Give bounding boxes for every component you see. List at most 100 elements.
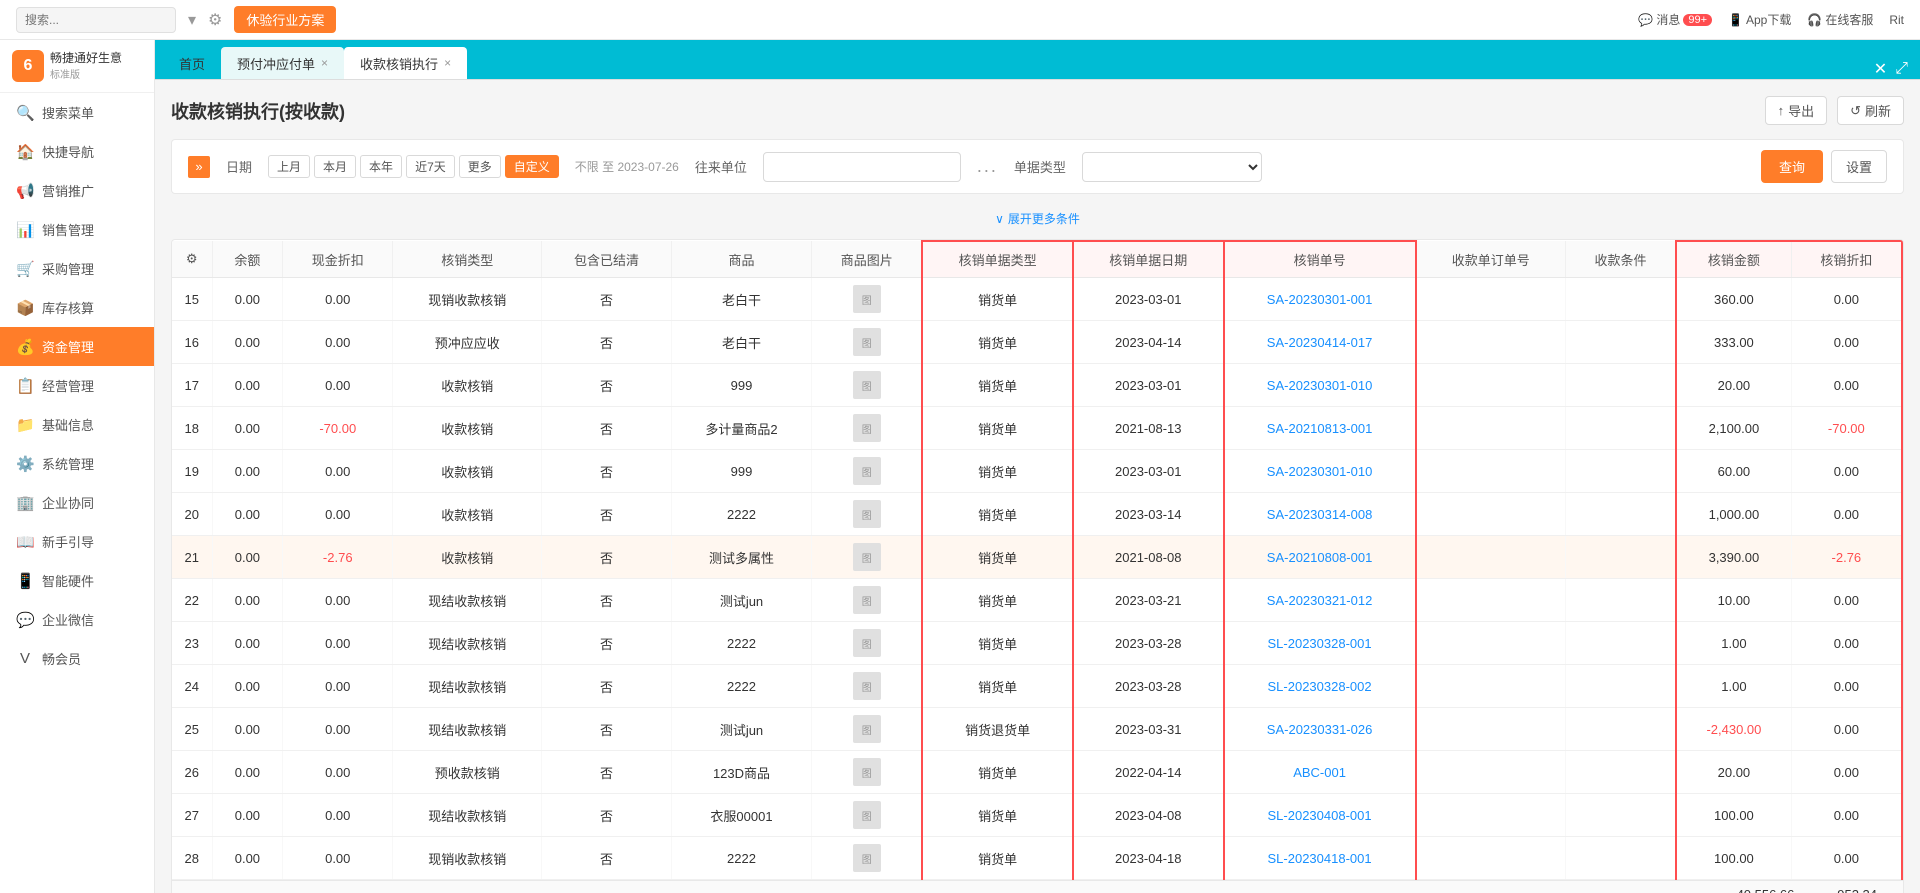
cell-verify-type: 现销收款核销: [393, 278, 542, 321]
sidebar-item-sales[interactable]: 📊 销售管理: [0, 210, 154, 249]
cell-verify-date: 2023-03-14: [1073, 493, 1224, 536]
cell-include-settled: 否: [542, 493, 672, 536]
sidebar-item-basic[interactable]: 📁 基础信息: [0, 405, 154, 444]
cell-verify-number: SA-20230301-001: [1224, 278, 1416, 321]
verify-number-link[interactable]: SA-20230301-010: [1267, 378, 1373, 393]
search-input[interactable]: [16, 7, 176, 33]
table-row: 16 0.00 0.00 预冲应应收 否 老白干 图 销货单 2023-04-1…: [172, 321, 1902, 364]
sidebar-label-wechat: 企业微信: [42, 610, 94, 629]
tab-prepay-close[interactable]: ×: [321, 56, 328, 70]
sidebar-item-purchase[interactable]: 🛒 采购管理: [0, 249, 154, 288]
purchase-icon: 🛒: [16, 260, 34, 278]
last-7days-btn[interactable]: 近7天: [406, 155, 455, 178]
cell-cash-discount: 0.00: [283, 364, 393, 407]
verify-number-link[interactable]: SA-20230321-012: [1267, 593, 1373, 608]
sidebar-item-enterprise[interactable]: 🏢 企业协同: [0, 483, 154, 522]
settings-icon[interactable]: ⚙: [208, 10, 222, 30]
tab-collection-close[interactable]: ×: [444, 56, 451, 70]
cell-verify-voucher-type: 销货单: [922, 622, 1073, 665]
custom-date-btn[interactable]: 自定义: [505, 155, 559, 178]
search-menu-icon: 🔍: [16, 104, 34, 122]
cell-verify-voucher-type: 销货单: [922, 794, 1073, 837]
cell-verify-date: 2023-03-28: [1073, 665, 1224, 708]
sidebar-item-operations[interactable]: 📋 经营管理: [0, 366, 154, 405]
verify-number-link[interactable]: SA-20210808-001: [1267, 550, 1373, 565]
expand-conditions-btn[interactable]: ∨ 展开更多条件: [985, 206, 1090, 231]
sidebar-item-finance[interactable]: 💰 资金管理: [0, 327, 154, 366]
setting-button[interactable]: 设置: [1831, 150, 1887, 183]
cell-goods: 测试jun: [671, 579, 811, 622]
partner-dots[interactable]: ...: [977, 156, 998, 177]
cell-collection-order: [1416, 837, 1566, 880]
sidebar-item-wechat[interactable]: 💬 企业微信: [0, 600, 154, 639]
cell-verify-date: 2022-04-14: [1073, 751, 1224, 794]
cell-collection-condition: [1565, 794, 1676, 837]
query-button[interactable]: 查询: [1761, 150, 1823, 183]
messages-area[interactable]: 💬 消息 99+: [1638, 11, 1712, 28]
close-window-icon[interactable]: ✕: [1874, 59, 1887, 79]
goods-image: 图: [853, 801, 881, 829]
th-config[interactable]: ⚙: [172, 241, 212, 278]
verify-number-link[interactable]: SL-20230418-001: [1268, 851, 1372, 866]
cell-verify-type: 收款核销: [393, 536, 542, 579]
cell-goods: 2222: [671, 493, 811, 536]
cell-verify-voucher-type: 销货单: [922, 751, 1073, 794]
verify-number-link[interactable]: SA-20230314-008: [1267, 507, 1373, 522]
cell-goods: 老白干: [671, 321, 811, 364]
sidebar-item-search[interactable]: 🔍 搜索菜单: [0, 93, 154, 132]
cell-verify-discount: 0.00: [1791, 665, 1902, 708]
tab-home[interactable]: 首页: [163, 47, 221, 79]
verify-number-link[interactable]: SL-20230328-002: [1268, 679, 1372, 694]
cell-verify-discount: 0.00: [1791, 493, 1902, 536]
sidebar-label-inventory: 库存核算: [42, 298, 94, 317]
partner-input[interactable]: [763, 152, 961, 182]
cell-verify-voucher-type: 销货单: [922, 665, 1073, 708]
online-service[interactable]: 🎧 在线客服: [1807, 11, 1873, 28]
sidebar-item-hardware[interactable]: 📱 智能硬件: [0, 561, 154, 600]
dropdown-icon[interactable]: ▾: [188, 10, 196, 30]
more-btn[interactable]: 更多: [459, 155, 501, 178]
service-icon: 🎧: [1807, 13, 1822, 27]
cell-verify-voucher-type: 销货单: [922, 407, 1073, 450]
user-label[interactable]: Rit: [1889, 13, 1904, 27]
cell-verify-type: 收款核销: [393, 364, 542, 407]
verify-number-link[interactable]: SA-20230331-026: [1267, 722, 1373, 737]
inventory-icon: 📦: [16, 299, 34, 317]
goods-image: 图: [853, 328, 881, 356]
verify-number-link[interactable]: SL-20230408-001: [1268, 808, 1372, 823]
verify-number-link[interactable]: SA-20210813-001: [1267, 421, 1373, 436]
cell-goods-img: 图: [812, 751, 923, 794]
verify-number-link[interactable]: SA-20230414-017: [1267, 335, 1373, 350]
export-button[interactable]: ↑ 导出: [1765, 96, 1828, 125]
cell-collection-order: [1416, 364, 1566, 407]
sidebar-label-sales: 销售管理: [42, 220, 94, 239]
last-month-btn[interactable]: 上月: [268, 155, 310, 178]
enterprise-icon: 🏢: [16, 494, 34, 512]
refresh-button[interactable]: ↺ 刷新: [1837, 96, 1904, 125]
verify-number-link[interactable]: ABC-001: [1293, 765, 1346, 780]
logo-text: 畅捷通好生意: [50, 51, 122, 67]
cell-verify-date: 2023-03-01: [1073, 278, 1224, 321]
solution-button[interactable]: 休验行业方案: [234, 6, 336, 33]
maximize-icon[interactable]: ⤢: [1895, 60, 1908, 78]
this-year-btn[interactable]: 本年: [360, 155, 402, 178]
cell-rownum: 28: [172, 837, 212, 880]
sidebar-item-inventory[interactable]: 📦 库存核算: [0, 288, 154, 327]
sidebar-item-marketing[interactable]: 📢 营销推广: [0, 171, 154, 210]
voucher-type-select[interactable]: [1082, 152, 1262, 182]
app-download[interactable]: 📱 App下载: [1728, 11, 1791, 28]
verify-number-link[interactable]: SL-20230328-001: [1268, 636, 1372, 651]
verify-number-link[interactable]: SA-20230301-001: [1267, 292, 1373, 307]
tab-collection[interactable]: 收款核销执行 ×: [344, 47, 467, 79]
cell-verify-number: SA-20230414-017: [1224, 321, 1416, 364]
sidebar-item-guide[interactable]: 📖 新手引导: [0, 522, 154, 561]
cell-goods-img: 图: [812, 321, 923, 364]
sidebar-item-system[interactable]: ⚙️ 系统管理: [0, 444, 154, 483]
filter-expand-icon[interactable]: »: [188, 156, 210, 178]
table-row: 20 0.00 0.00 收款核销 否 2222 图 销货单 2023-03-1…: [172, 493, 1902, 536]
this-month-btn[interactable]: 本月: [314, 155, 356, 178]
sidebar-item-member[interactable]: V 畅会员: [0, 639, 154, 678]
tab-prepay[interactable]: 预付冲应付单 ×: [221, 47, 344, 79]
sidebar-item-quicknav[interactable]: 🏠 快捷导航: [0, 132, 154, 171]
verify-number-link[interactable]: SA-20230301-010: [1267, 464, 1373, 479]
